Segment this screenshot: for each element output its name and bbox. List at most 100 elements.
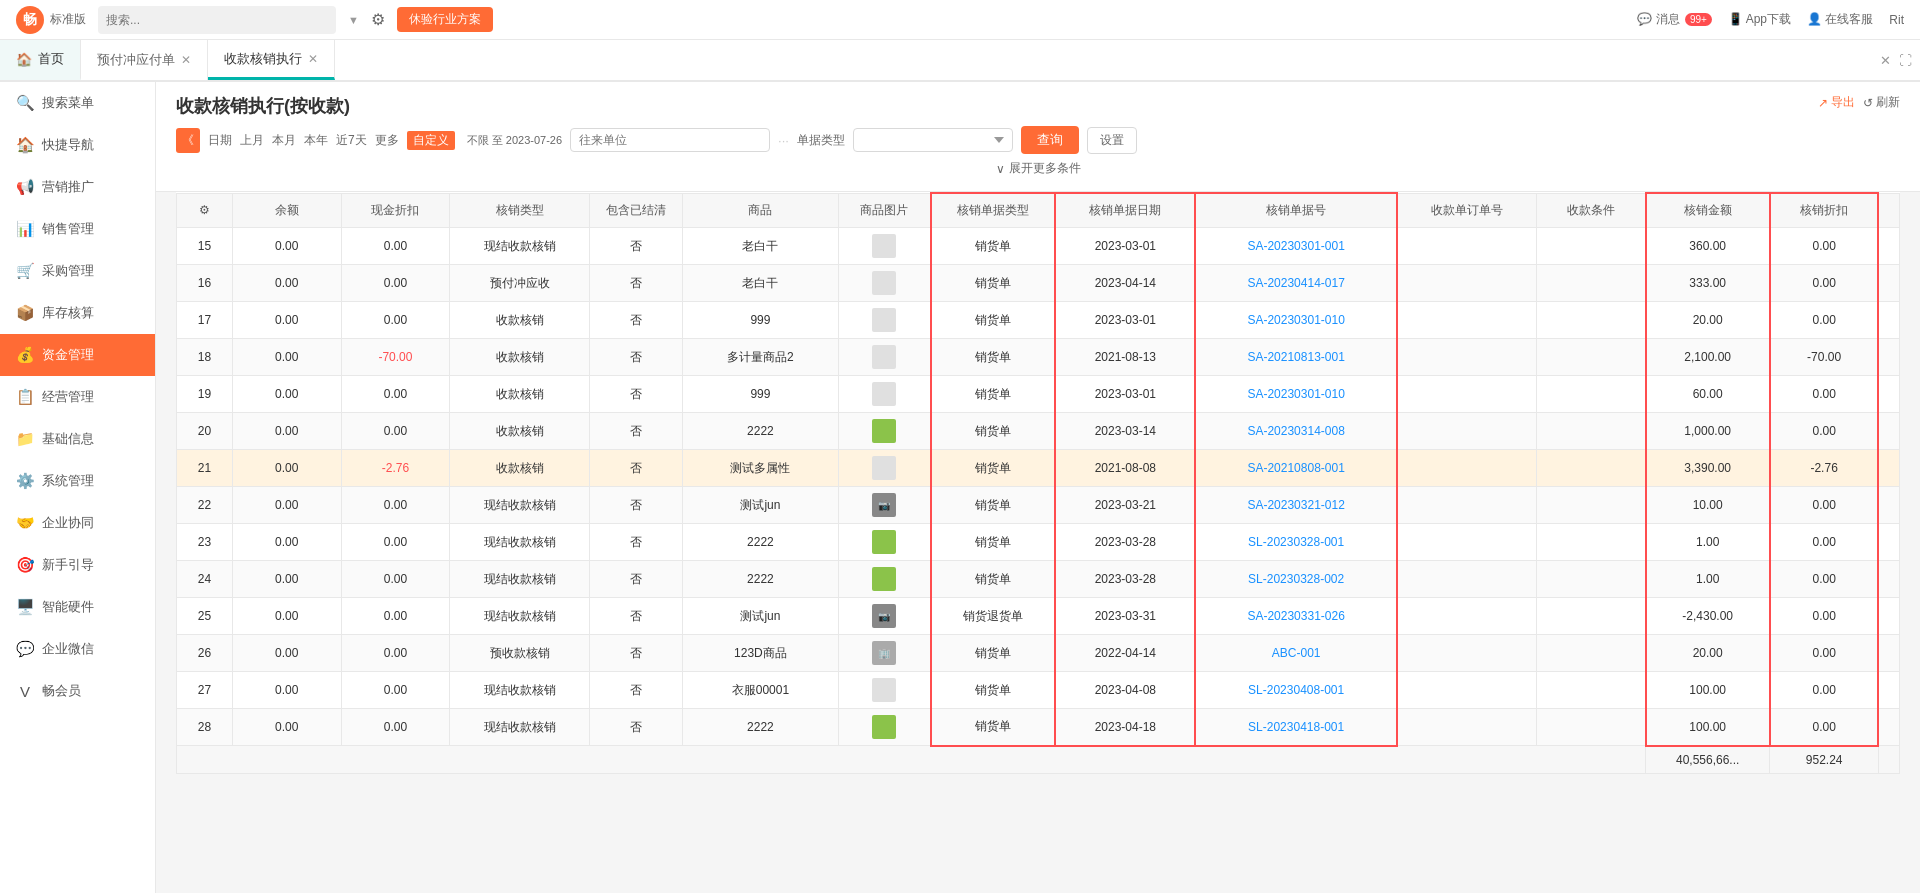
date-last-month[interactable]: 上月: [240, 132, 264, 149]
th-scroll: [1878, 193, 1899, 228]
industry-button[interactable]: 休验行业方案: [397, 7, 493, 32]
sidebar-label-system: 系统管理: [42, 472, 94, 490]
th-order: 收款单订单号: [1397, 193, 1537, 228]
cell-vdate: 2023-03-01: [1055, 228, 1195, 265]
sidebar-item-inventory[interactable]: 📦 库存核算: [0, 292, 155, 334]
cell-vno[interactable]: SA-20230321-012: [1195, 487, 1397, 524]
export-button[interactable]: ↗ 导出: [1818, 94, 1855, 111]
cell-scroll: [1878, 598, 1899, 635]
app-download-button[interactable]: 📱 App下载: [1728, 11, 1791, 28]
user-label: Rit: [1889, 13, 1904, 27]
sidebar-item-system[interactable]: ⚙️ 系统管理: [0, 460, 155, 502]
product-thumbnail: [872, 456, 896, 480]
tab-collection-close[interactable]: ✕: [308, 52, 318, 66]
cell-img: [838, 709, 931, 746]
cell-order: [1397, 413, 1537, 450]
cell-vno[interactable]: SA-20230301-010: [1195, 302, 1397, 339]
cell-vno[interactable]: SL-20230418-001: [1195, 709, 1397, 746]
cell-vno[interactable]: SL-20230328-002: [1195, 561, 1397, 598]
tab-prepay[interactable]: 预付冲应付单 ✕: [81, 40, 208, 80]
voucher-link[interactable]: SL-20230418-001: [1248, 720, 1344, 734]
sidebar-item-finance[interactable]: 💰 资金管理: [0, 334, 155, 376]
voucher-link[interactable]: SL-20230328-001: [1248, 535, 1344, 549]
voucher-link[interactable]: SL-20230328-002: [1248, 572, 1344, 586]
online-service-button[interactable]: 👤 在线客服: [1807, 11, 1873, 28]
th-balance: 余额: [232, 193, 341, 228]
date-custom[interactable]: 自定义: [407, 131, 455, 150]
cell-vno[interactable]: SL-20230328-001: [1195, 524, 1397, 561]
sidebar-item-marketing[interactable]: 📢 营销推广: [0, 166, 155, 208]
voucher-link[interactable]: SA-20230314-008: [1247, 424, 1344, 438]
voucher-link[interactable]: SA-20230414-017: [1247, 276, 1344, 290]
cell-cash: -2.76: [341, 450, 450, 487]
cell-vno[interactable]: SA-20230331-026: [1195, 598, 1397, 635]
voucher-type-select[interactable]: [853, 128, 1013, 152]
messages-button[interactable]: 💬 消息 99+: [1637, 11, 1712, 28]
setting-button[interactable]: 设置: [1087, 127, 1137, 154]
voucher-link[interactable]: SA-20230301-010: [1247, 387, 1344, 401]
cell-vno[interactable]: ABC-001: [1195, 635, 1397, 672]
sidebar-item-search[interactable]: 🔍 搜索菜单: [0, 82, 155, 124]
search-input[interactable]: [98, 6, 336, 34]
th-settings[interactable]: ⚙: [177, 193, 233, 228]
settings-icon[interactable]: ⚙: [371, 10, 385, 29]
voucher-link[interactable]: SA-20230301-010: [1247, 313, 1344, 327]
cell-vno[interactable]: SA-20230301-010: [1195, 376, 1397, 413]
table-row: 23 0.00 0.00 现结收款核销 否 2222 销货单 2023-03-2…: [177, 524, 1900, 561]
cell-vno[interactable]: SA-20230314-008: [1195, 413, 1397, 450]
date-more[interactable]: 更多: [375, 132, 399, 149]
table-container[interactable]: ⚙ 余额 现金折扣 核销类型 包含已结清 商品 商品图片 核销单据类型 核销单据…: [156, 192, 1920, 893]
sidebar-item-wechat[interactable]: 💬 企业微信: [0, 628, 155, 670]
cell-order: [1397, 487, 1537, 524]
sidebar-item-member[interactable]: V 畅会员: [0, 670, 155, 712]
expand-more-button[interactable]: ∨ 展开更多条件: [996, 160, 1081, 177]
table-row: 22 0.00 0.00 现结收款核销 否 测试jun 📷 销货单 2023-0…: [177, 487, 1900, 524]
voucher-link[interactable]: SA-20210813-001: [1247, 350, 1344, 364]
cell-discount: 0.00: [1770, 228, 1879, 265]
tab-prepay-close[interactable]: ✕: [181, 53, 191, 67]
tab-home[interactable]: 🏠 首页: [0, 40, 81, 80]
voucher-link[interactable]: SA-20230301-001: [1247, 239, 1344, 253]
sidebar-item-collab[interactable]: 🤝 企业协同: [0, 502, 155, 544]
cell-vdate: 2022-04-14: [1055, 635, 1195, 672]
th-vtype: 核销单据类型: [931, 193, 1055, 228]
sidebar-item-guide[interactable]: 🎯 新手引导: [0, 544, 155, 586]
cell-img: [838, 265, 931, 302]
cell-seq: 22: [177, 487, 233, 524]
logo-icon: 畅: [16, 6, 44, 34]
sidebar-item-purchase[interactable]: 🛒 采购管理: [0, 250, 155, 292]
maximize-icon[interactable]: ⛶: [1899, 53, 1912, 68]
chevron-down-icon[interactable]: ▼: [348, 14, 359, 26]
cell-vno[interactable]: SA-20230414-017: [1195, 265, 1397, 302]
date-this-month[interactable]: 本月: [272, 132, 296, 149]
sidebar-item-hardware[interactable]: 🖥️ 智能硬件: [0, 586, 155, 628]
query-button[interactable]: 查询: [1021, 126, 1079, 154]
cell-vno[interactable]: SA-20230301-001: [1195, 228, 1397, 265]
refresh-button[interactable]: ↺ 刷新: [1863, 94, 1900, 111]
sidebar-item-operations[interactable]: 📋 经营管理: [0, 376, 155, 418]
voucher-link[interactable]: ABC-001: [1272, 646, 1321, 660]
cell-vtype: 销货单: [931, 302, 1055, 339]
cell-order: [1397, 672, 1537, 709]
voucher-link[interactable]: SA-20230321-012: [1247, 498, 1344, 512]
voucher-link[interactable]: SA-20230331-026: [1247, 609, 1344, 623]
cell-type: 现结收款核销: [450, 228, 590, 265]
sidebar-label-wechat: 企业微信: [42, 640, 94, 658]
close-window-icon[interactable]: ✕: [1880, 53, 1891, 68]
collapse-button[interactable]: 《: [176, 128, 200, 153]
sidebar-item-nav[interactable]: 🏠 快捷导航: [0, 124, 155, 166]
date-this-year[interactable]: 本年: [304, 132, 328, 149]
date-last-7days[interactable]: 近7天: [336, 132, 367, 149]
voucher-link[interactable]: SL-20230408-001: [1248, 683, 1344, 697]
cell-vno[interactable]: SL-20230408-001: [1195, 672, 1397, 709]
cell-vno[interactable]: SA-20210808-001: [1195, 450, 1397, 487]
voucher-link[interactable]: SA-20210808-001: [1247, 461, 1344, 475]
partner-input[interactable]: [570, 128, 770, 152]
cell-cond: [1537, 450, 1646, 487]
cell-vno[interactable]: SA-20210813-001: [1195, 339, 1397, 376]
cell-img: [838, 524, 931, 561]
cell-discount: 0.00: [1770, 413, 1879, 450]
sidebar-item-sales[interactable]: 📊 销售管理: [0, 208, 155, 250]
sidebar-item-basic[interactable]: 📁 基础信息: [0, 418, 155, 460]
tab-collection[interactable]: 收款核销执行 ✕: [208, 40, 335, 80]
